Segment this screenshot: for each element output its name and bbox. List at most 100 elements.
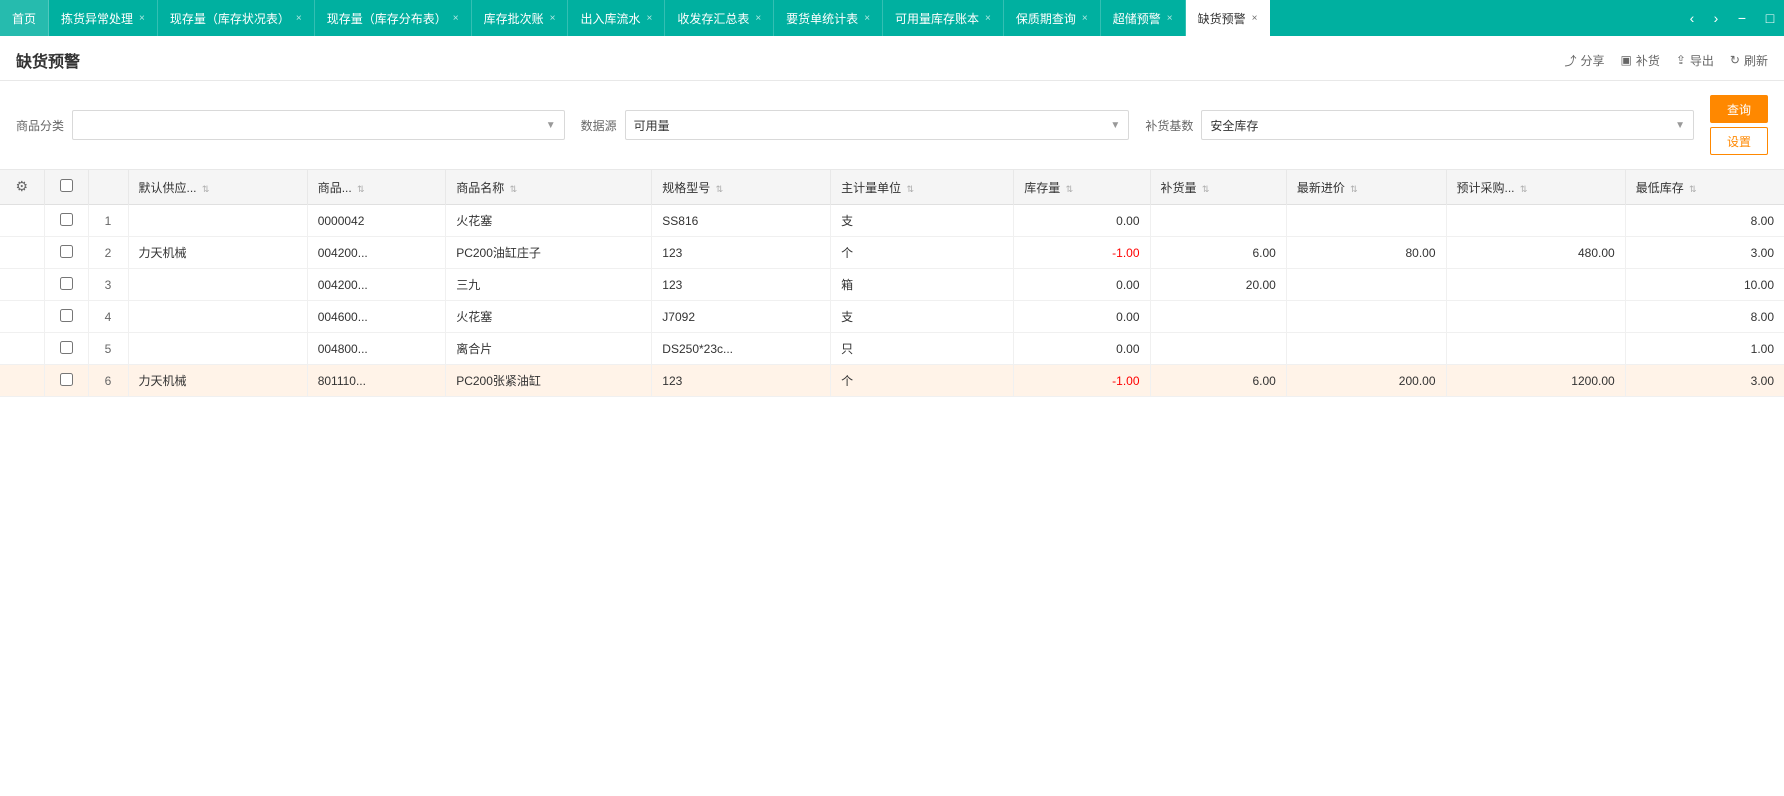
tab-shortage-close[interactable]: ×: [1252, 13, 1258, 24]
td-code-0: 0000042: [307, 205, 446, 237]
td-settings-4: [0, 333, 44, 365]
th-code[interactable]: 商品... ⇅: [307, 170, 446, 205]
td-min-stock-3: 8.00: [1625, 301, 1784, 333]
th-spec[interactable]: 规格型号 ⇅: [652, 170, 831, 205]
td-spec-3: J7092: [652, 301, 831, 333]
share-button[interactable]: ⤴ 分享: [1564, 52, 1604, 69]
replenish-button[interactable]: ▣ 补货: [1620, 52, 1659, 69]
td-code-3: 004600...: [307, 301, 446, 333]
td-latest-price-3: [1286, 301, 1446, 333]
td-spec-0: SS816: [652, 205, 831, 237]
replenish-base-filter-label: 补货基数: [1145, 117, 1193, 134]
tab-inout-flow-label: 出入库流水: [580, 10, 640, 27]
td-supplier-5: 力天机械: [128, 365, 307, 397]
th-unit[interactable]: 主计量单位 ⇅: [831, 170, 1014, 205]
nav-next-arrow[interactable]: ›: [1704, 0, 1728, 36]
tab-shortage[interactable]: 缺货预警 ×: [1186, 0, 1271, 36]
nav-arrows-group: ‹ › − □: [1680, 0, 1784, 36]
tab-inventory-dist[interactable]: 现存量（库存分布表） ×: [315, 0, 472, 36]
tab-batch[interactable]: 库存批次账 ×: [472, 0, 569, 36]
tab-available-ledger-close[interactable]: ×: [985, 13, 991, 24]
td-latest-price-4: [1286, 333, 1446, 365]
tab-exception[interactable]: 拣货异常处理 ×: [49, 0, 158, 36]
tab-receipt-summary-close[interactable]: ×: [755, 13, 761, 24]
td-supplier-4: [128, 333, 307, 365]
th-name[interactable]: 商品名称 ⇅: [446, 170, 652, 205]
tab-overstock-close[interactable]: ×: [1167, 13, 1173, 24]
setting-button[interactable]: 设置: [1710, 127, 1768, 155]
nav-prev-arrow[interactable]: ‹: [1680, 0, 1704, 36]
est-purchase-sort-icon: ⇅: [1520, 184, 1528, 194]
replenish-sort-icon: ⇅: [1202, 184, 1210, 194]
nav-minimize-btn[interactable]: −: [1728, 0, 1756, 36]
th-stock-label: 库存量: [1024, 181, 1060, 195]
tab-exception-close[interactable]: ×: [139, 13, 145, 24]
filter-bar: 商品分类 ▼ 数据源 可用量 ▼ 补货基数 安全库存 ▼ 查询 设置: [0, 81, 1784, 170]
tab-available-ledger[interactable]: 可用量库存账本 ×: [883, 0, 1004, 36]
td-min-stock-1: 3.00: [1625, 237, 1784, 269]
tab-inout-flow[interactable]: 出入库流水 ×: [568, 0, 665, 36]
row-checkbox-4[interactable]: [60, 341, 73, 354]
category-select[interactable]: ▼: [72, 110, 565, 140]
tab-receipt-summary[interactable]: 收发存汇总表 ×: [665, 0, 774, 36]
th-replenish[interactable]: 补货量 ⇅: [1150, 170, 1286, 205]
row-checkbox-0[interactable]: [60, 213, 73, 226]
tab-inout-flow-close[interactable]: ×: [646, 13, 652, 24]
refresh-button[interactable]: ↻ 刷新: [1730, 52, 1768, 69]
table-row: 3 004200... 三九 123 箱 0.00 20.00 10.00: [0, 269, 1784, 301]
tab-expiry[interactable]: 保质期查询 ×: [1004, 0, 1101, 36]
tab-inventory-status-label: 现存量（库存状况表）: [170, 10, 290, 27]
share-icon: ⤴: [1564, 52, 1576, 69]
td-code-2: 004200...: [307, 269, 446, 301]
nav-tabs: 首页 拣货异常处理 × 现存量（库存状况表） × 现存量（库存分布表） × 库存…: [0, 0, 1784, 36]
tab-inventory-status-close[interactable]: ×: [296, 13, 302, 24]
th-spec-label: 规格型号: [662, 181, 710, 195]
td-min-stock-2: 10.00: [1625, 269, 1784, 301]
th-supplier[interactable]: 默认供应... ⇅: [128, 170, 307, 205]
th-latest-price[interactable]: 最新进价 ⇅: [1286, 170, 1446, 205]
td-name-3: 火花塞: [446, 301, 652, 333]
td-spec-1: 123: [652, 237, 831, 269]
replenish-base-select[interactable]: 安全库存 ▼: [1201, 110, 1694, 140]
tab-available-ledger-label: 可用量库存账本: [895, 10, 979, 27]
table-header-row: ⚙ 默认供应... ⇅ 商品... ⇅ 商品名称: [0, 170, 1784, 205]
th-stock[interactable]: 库存量 ⇅: [1014, 170, 1150, 205]
nav-maximize-btn[interactable]: □: [1756, 0, 1784, 36]
td-settings-1: [0, 237, 44, 269]
tab-inventory-dist-label: 现存量（库存分布表）: [327, 10, 447, 27]
tab-order-stats-close[interactable]: ×: [864, 13, 870, 24]
td-est-purchase-2: [1446, 269, 1625, 301]
export-button[interactable]: ⇪ 导出: [1676, 52, 1714, 69]
min-stock-sort-icon: ⇅: [1689, 184, 1697, 194]
tab-home[interactable]: 首页: [0, 0, 49, 36]
tab-overstock[interactable]: 超储预警 ×: [1101, 0, 1186, 36]
tab-batch-close[interactable]: ×: [550, 13, 556, 24]
td-unit-0: 支: [831, 205, 1014, 237]
row-checkbox-3[interactable]: [60, 309, 73, 322]
table-row: 4 004600... 火花塞 J7092 支 0.00 8.00: [0, 301, 1784, 333]
row-checkbox-2[interactable]: [60, 277, 73, 290]
tab-order-stats[interactable]: 要货单统计表 ×: [774, 0, 883, 36]
export-label: 导出: [1690, 52, 1714, 69]
latest-price-sort-icon: ⇅: [1350, 184, 1358, 194]
th-min-stock[interactable]: 最低库存 ⇅: [1625, 170, 1784, 205]
th-replenish-label: 补货量: [1161, 181, 1197, 195]
settings-gear-icon[interactable]: ⚙: [13, 178, 31, 196]
tab-inventory-dist-close[interactable]: ×: [453, 13, 459, 24]
select-all-checkbox[interactable]: [60, 179, 73, 192]
tab-expiry-close[interactable]: ×: [1082, 13, 1088, 24]
refresh-label: 刷新: [1744, 52, 1768, 69]
td-est-purchase-0: [1446, 205, 1625, 237]
query-button[interactable]: 查询: [1710, 95, 1768, 123]
tab-inventory-status[interactable]: 现存量（库存状况表） ×: [158, 0, 315, 36]
td-checkbox-4: [44, 333, 88, 365]
datasource-select-arrow: ▼: [1110, 120, 1120, 131]
th-est-purchase[interactable]: 预计采购... ⇅: [1446, 170, 1625, 205]
row-checkbox-1[interactable]: [60, 245, 73, 258]
row-checkbox-5[interactable]: [60, 373, 73, 386]
td-replenish-2: 20.00: [1150, 269, 1286, 301]
th-settings[interactable]: ⚙: [0, 170, 44, 205]
td-name-0: 火花塞: [446, 205, 652, 237]
td-num-4: 5: [88, 333, 128, 365]
datasource-select[interactable]: 可用量 ▼: [625, 110, 1130, 140]
